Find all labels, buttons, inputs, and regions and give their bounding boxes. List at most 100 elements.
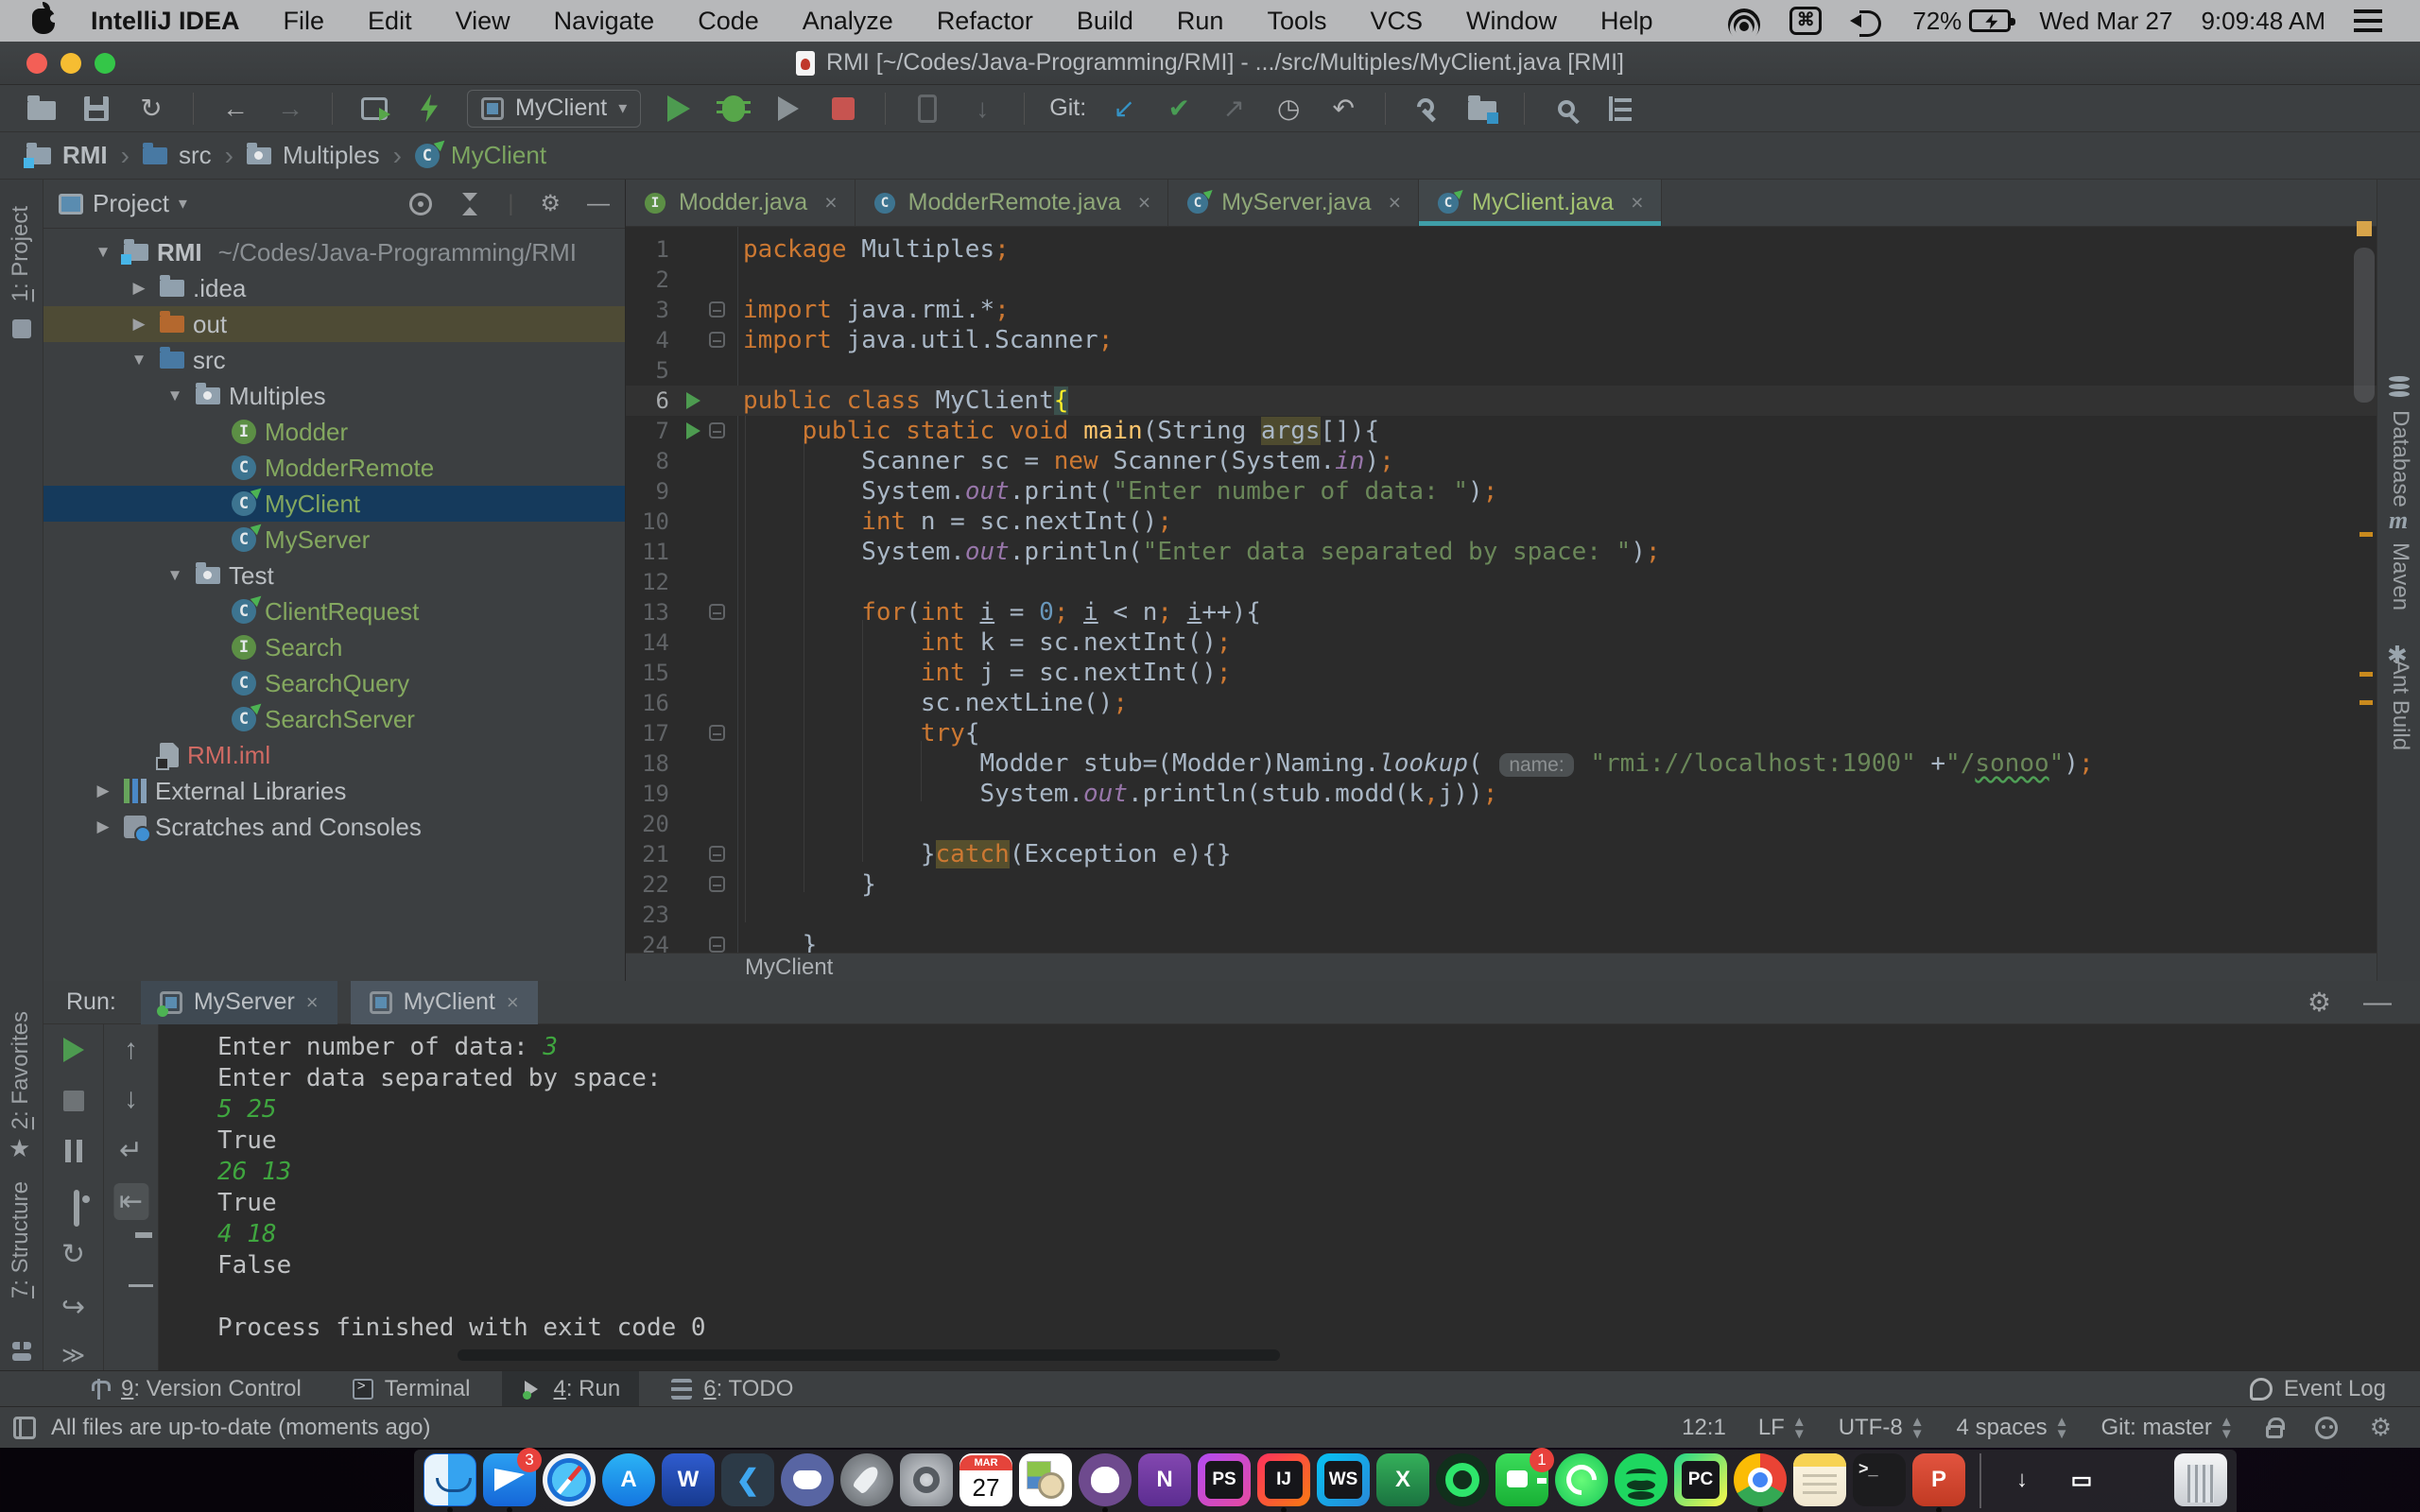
menu-item-intellij-idea[interactable]: IntelliJ IDEA — [91, 7, 240, 36]
dock-item-facetime[interactable]: 1 — [1495, 1453, 1548, 1506]
dock-item-powerpoint[interactable]: P — [1912, 1453, 1965, 1506]
coverage-icon[interactable] — [771, 92, 805, 126]
tree-item-external-libraries[interactable]: ▶External Libraries — [43, 773, 625, 809]
editor-bottom-breadcrumb[interactable]: MyClient — [626, 953, 2377, 981]
code-line-11[interactable]: 11 System.out.println("Enter data separa… — [626, 537, 2377, 567]
code-line-17[interactable]: 17 try{ — [626, 718, 2377, 748]
dock-item-spotify[interactable] — [1615, 1453, 1668, 1506]
editor-tab-myserver-java[interactable]: CMyServer.java× — [1168, 180, 1419, 226]
tree-item-myserver[interactable]: CMyServer — [43, 522, 625, 558]
tree-item-test[interactable]: ▼Test — [43, 558, 625, 593]
dock-item-chrome[interactable] — [1734, 1453, 1787, 1506]
dock-item-calendar[interactable]: MAR27 — [959, 1453, 1012, 1506]
menu-item-file[interactable]: File — [284, 7, 325, 36]
fold-marker[interactable] — [709, 604, 725, 620]
tree-item-search[interactable]: ISearch — [43, 629, 625, 665]
menu-item-tools[interactable]: Tools — [1267, 7, 1326, 36]
fold-marker[interactable] — [709, 725, 725, 741]
input-source-icon[interactable]: ⌘ — [1789, 7, 1822, 35]
forward-icon[interactable]: → — [273, 92, 307, 126]
window-title-bar[interactable]: RMI [~/Codes/Java-Programming/RMI] - ...… — [0, 42, 2420, 85]
down-stack-trace-icon[interactable]: ↓ — [124, 1083, 138, 1115]
dock-item-documents-folder[interactable]: ▭ — [2055, 1453, 2108, 1506]
code-line-14[interactable]: 14 int k = sc.nextInt(); — [626, 627, 2377, 658]
thread-dump-icon[interactable] — [74, 1190, 79, 1227]
tool-window-button-terminal[interactable]: Terminal — [334, 1371, 490, 1407]
dock-item-word[interactable]: W — [662, 1453, 715, 1506]
code-line-7[interactable]: 7 public static void main(String args[])… — [626, 416, 2377, 446]
menu-item-refactor[interactable]: Refactor — [937, 7, 1033, 36]
code-line-10[interactable]: 10 int n = sc.nextInt(); — [626, 507, 2377, 537]
dock-item-finder[interactable] — [424, 1453, 476, 1506]
tool-strip-button--project[interactable]: 1: Project — [8, 206, 34, 301]
restart-icon[interactable]: ↻ — [61, 1238, 85, 1271]
menu-item-code[interactable]: Code — [698, 7, 759, 36]
tree-item-myclient[interactable]: CMyClient — [43, 486, 625, 522]
gear-icon[interactable]: ⚙ — [2308, 987, 2331, 1018]
code-line-13[interactable]: 13 for(int i = 0; i < n; i++){ — [626, 597, 2377, 627]
dock-item-whatsapp[interactable] — [1555, 1453, 1608, 1506]
back-icon[interactable]: ← — [218, 92, 252, 126]
install-alt-icon[interactable]: ↓ — [965, 92, 999, 126]
chevron-down-icon[interactable]: ▾ — [179, 194, 187, 214]
tree-item-rmi[interactable]: ▼RMI~/Codes/Java-Programming/RMI — [43, 234, 625, 270]
menu-item-view[interactable]: View — [456, 7, 510, 36]
dock-item-downloads-folder[interactable]: ↓ — [1996, 1453, 2048, 1506]
error-stripe-bookmark[interactable] — [2357, 221, 2372, 236]
code-line-3[interactable]: 3import java.rmi.*; — [626, 295, 2377, 325]
menu-date[interactable]: Wed Mar 27 — [2039, 7, 2172, 36]
wrench-icon[interactable] — [1410, 92, 1444, 126]
code-line-19[interactable]: 19 System.out.println(stub.modd(k,j)); — [626, 779, 2377, 809]
project-settings-folder-icon[interactable] — [1465, 92, 1499, 126]
code-line-4[interactable]: 4import java.util.Scanner; — [626, 325, 2377, 355]
dock-item-trash[interactable] — [2174, 1453, 2227, 1506]
fold-marker[interactable] — [709, 876, 725, 892]
editor-tab-myclient-java[interactable]: CMyClient.java× — [1419, 180, 1662, 226]
structure-search-icon[interactable] — [1604, 92, 1638, 126]
editor-tab-modderremote-java[interactable]: CModderRemote.java× — [856, 180, 1169, 226]
open-icon[interactable] — [25, 92, 59, 126]
database-icon[interactable] — [2389, 376, 2410, 382]
git-rollback-icon[interactable]: ↶ — [1326, 92, 1360, 126]
dock-item-system-preferences[interactable] — [900, 1453, 953, 1506]
code-line-20[interactable]: 20 — [626, 809, 2377, 839]
collapse-all-icon[interactable] — [458, 193, 481, 215]
fold-marker[interactable] — [709, 846, 725, 862]
event-log-button[interactable]: Event Log — [2250, 1376, 2420, 1402]
tool-window-button--version-control[interactable]: 9: Version Control — [70, 1371, 320, 1407]
line-separator-select[interactable]: LF▲▼ — [1758, 1415, 1806, 1441]
caret-position[interactable]: 12:1 — [1682, 1415, 1726, 1441]
menu-item-vcs[interactable]: VCS — [1370, 7, 1423, 36]
project-panel-title[interactable]: Project — [93, 189, 169, 218]
code-line-23[interactable]: 23 — [626, 900, 2377, 930]
tool-strip-button--structure[interactable]: 7: Structure — [8, 1181, 34, 1298]
fold-marker[interactable] — [709, 332, 725, 348]
locate-file-icon[interactable] — [409, 193, 432, 215]
tool-strip-button-database[interactable]: Database — [2387, 410, 2413, 507]
dock-item-photos[interactable] — [1019, 1453, 1072, 1506]
run-tab-myclient[interactable]: MyClient× — [351, 981, 538, 1024]
run-line-icon[interactable] — [686, 392, 700, 409]
dock-item-safari[interactable] — [543, 1453, 596, 1506]
error-stripe-mark[interactable] — [2360, 672, 2373, 677]
close-icon[interactable]: × — [824, 190, 837, 215]
pause-icon[interactable] — [65, 1140, 82, 1162]
encoding-select[interactable]: UTF-8▲▼ — [1839, 1415, 1925, 1441]
git-commit-icon[interactable]: ✔ — [1162, 92, 1196, 126]
menu-item-help[interactable]: Help — [1600, 7, 1653, 36]
exit-icon[interactable]: ↪ — [61, 1291, 85, 1324]
dock-item-folder[interactable] — [2115, 1453, 2168, 1506]
tree-item-out[interactable]: ▶out — [43, 306, 625, 342]
show-more-icon[interactable]: ≫ — [61, 1342, 85, 1369]
up-stack-trace-icon[interactable]: ↑ — [124, 1034, 138, 1066]
fold-marker[interactable] — [709, 936, 725, 953]
menu-list-icon[interactable] — [2354, 9, 2382, 32]
code-line-15[interactable]: 15 int j = sc.nextInt(); — [626, 658, 2377, 688]
tree-item-modder[interactable]: IModder — [43, 414, 625, 450]
code-line-21[interactable]: 21 }catch(Exception e){} — [626, 839, 2377, 869]
lightning-icon[interactable] — [412, 92, 446, 126]
code-editor[interactable]: 1package Multiples;23import java.rmi.*;4… — [626, 227, 2377, 953]
code-line-9[interactable]: 9 System.out.print("Enter number of data… — [626, 476, 2377, 507]
close-icon[interactable]: × — [1631, 190, 1643, 215]
wifi-icon[interactable] — [1727, 9, 1761, 33]
